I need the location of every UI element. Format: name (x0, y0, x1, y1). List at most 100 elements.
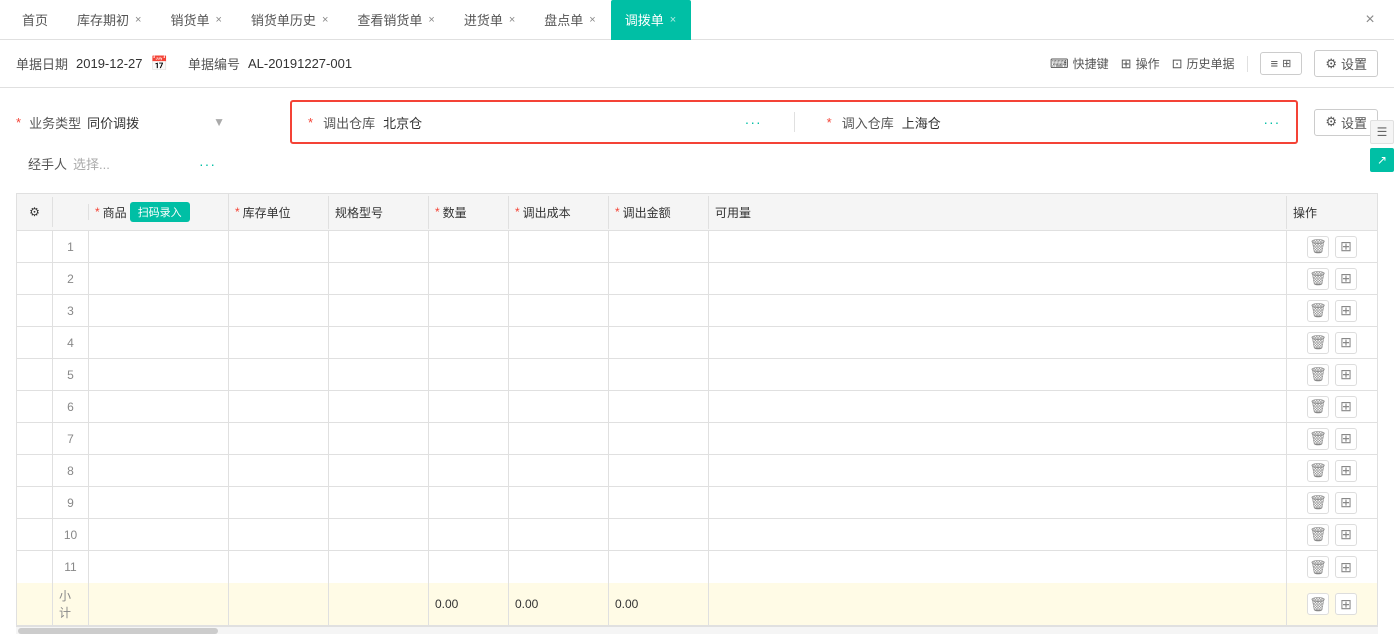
td-amount-8[interactable] (609, 487, 709, 518)
in-warehouse-more[interactable]: ··· (1263, 114, 1280, 130)
td-spec-0[interactable] (329, 231, 429, 262)
td-spec-7[interactable] (329, 455, 429, 486)
tab-purchase-order[interactable]: 进货单 × (450, 0, 530, 40)
td-spec-9[interactable] (329, 519, 429, 550)
sidebar-export-btn[interactable]: ↗ (1370, 148, 1394, 172)
td-spec-2[interactable] (329, 295, 429, 326)
row-delete-btn-2[interactable]: 🗑 (1307, 300, 1329, 322)
scan-button[interactable]: 扫码录入 (130, 202, 190, 222)
tab-home[interactable]: 首页 (8, 0, 63, 40)
row-delete-btn-7[interactable]: 🗑 (1307, 460, 1329, 482)
td-cost-7[interactable] (509, 455, 609, 486)
td-qty-5[interactable] (429, 391, 509, 422)
operations-action[interactable]: ⊞ 操作 (1121, 55, 1160, 72)
td-product-1[interactable] (89, 263, 229, 294)
row-copy-btn-0[interactable]: ⊞ (1335, 236, 1357, 258)
td-qty-9[interactable] (429, 519, 509, 550)
td-spec-8[interactable] (329, 487, 429, 518)
td-unit-7[interactable] (229, 455, 329, 486)
td-product-10[interactable] (89, 551, 229, 583)
tab-transfer-order[interactable]: 调拨单 × (611, 0, 691, 40)
td-amount-0[interactable] (609, 231, 709, 262)
td-amount-10[interactable] (609, 551, 709, 583)
td-product-3[interactable] (89, 327, 229, 358)
row-copy-btn-9[interactable]: ⊞ (1335, 524, 1357, 546)
td-cost-1[interactable] (509, 263, 609, 294)
td-amount-7[interactable] (609, 455, 709, 486)
row-delete-btn-3[interactable]: 🗑 (1307, 332, 1329, 354)
td-amount-6[interactable] (609, 423, 709, 454)
td-cost-8[interactable] (509, 487, 609, 518)
td-qty-8[interactable] (429, 487, 509, 518)
row-delete-btn-9[interactable]: 🗑 (1307, 524, 1329, 546)
td-unit-6[interactable] (229, 423, 329, 454)
tab-view-sales-close[interactable]: × (428, 14, 434, 26)
td-spec-1[interactable] (329, 263, 429, 294)
td-qty-7[interactable] (429, 455, 509, 486)
td-amount-1[interactable] (609, 263, 709, 294)
scrollbar-thumb[interactable] (18, 628, 218, 634)
td-qty-2[interactable] (429, 295, 509, 326)
td-unit-10[interactable] (229, 551, 329, 583)
sidebar-list-btn[interactable]: ☰ (1370, 120, 1394, 144)
horizontal-scrollbar[interactable] (16, 626, 1378, 634)
td-cost-10[interactable] (509, 551, 609, 583)
td-qty-6[interactable] (429, 423, 509, 454)
td-qty-10[interactable] (429, 551, 509, 583)
td-amount-2[interactable] (609, 295, 709, 326)
row-copy-btn-1[interactable]: ⊞ (1335, 268, 1357, 290)
td-qty-0[interactable] (429, 231, 509, 262)
td-amount-4[interactable] (609, 359, 709, 390)
tab-inventory-init[interactable]: 库存期初 × (63, 0, 156, 40)
td-qty-4[interactable] (429, 359, 509, 390)
row-delete-btn-5[interactable]: 🗑 (1307, 396, 1329, 418)
tab-inventory-init-close[interactable]: × (135, 14, 141, 26)
td-spec-10[interactable] (329, 551, 429, 583)
td-unit-4[interactable] (229, 359, 329, 390)
td-product-7[interactable] (89, 455, 229, 486)
row-delete-btn-6[interactable]: 🗑 (1307, 428, 1329, 450)
row-delete-btn-4[interactable]: 🗑 (1307, 364, 1329, 386)
td-cost-4[interactable] (509, 359, 609, 390)
shortcut-action[interactable]: ⌨ 快捷键 (1050, 55, 1109, 72)
calendar-icon[interactable]: 📅 (151, 55, 168, 72)
td-unit-5[interactable] (229, 391, 329, 422)
row-delete-btn-8[interactable]: 🗑 (1307, 492, 1329, 514)
td-unit-1[interactable] (229, 263, 329, 294)
td-unit-3[interactable] (229, 327, 329, 358)
out-warehouse-value[interactable]: 北京仓 (383, 113, 463, 132)
settings-gear-icon[interactable]: ⚙ (29, 205, 40, 219)
row-copy-btn-7[interactable]: ⊞ (1335, 460, 1357, 482)
in-warehouse-value[interactable]: 上海仓 (902, 113, 982, 132)
settings-text-button[interactable]: ⚙ 设置 (1314, 50, 1378, 77)
td-product-6[interactable] (89, 423, 229, 454)
inline-settings-button[interactable]: ⚙ 设置 (1314, 109, 1378, 136)
td-spec-4[interactable] (329, 359, 429, 390)
operator-more[interactable]: ··· (199, 156, 216, 172)
window-close-button[interactable]: × (1354, 4, 1386, 36)
td-product-0[interactable] (89, 231, 229, 262)
td-product-8[interactable] (89, 487, 229, 518)
subtotal-copy-btn[interactable]: ⊞ (1335, 593, 1357, 615)
td-spec-6[interactable] (329, 423, 429, 454)
td-spec-3[interactable] (329, 327, 429, 358)
td-unit-2[interactable] (229, 295, 329, 326)
tab-sales-history[interactable]: 销货单历史 × (237, 0, 343, 40)
row-copy-btn-2[interactable]: ⊞ (1335, 300, 1357, 322)
tab-inventory-check[interactable]: 盘点单 × (530, 0, 610, 40)
business-type-dropdown-icon[interactable]: ▼ (213, 115, 225, 129)
row-copy-btn-6[interactable]: ⊞ (1335, 428, 1357, 450)
subtotal-delete-btn[interactable]: 🗑 (1307, 593, 1329, 615)
history-action[interactable]: ⊡ 历史单据 (1172, 55, 1235, 72)
row-copy-btn-5[interactable]: ⊞ (1335, 396, 1357, 418)
td-qty-3[interactable] (429, 327, 509, 358)
td-product-9[interactable] (89, 519, 229, 550)
tab-view-sales[interactable]: 查看销货单 × (343, 0, 449, 40)
td-cost-9[interactable] (509, 519, 609, 550)
business-type-value[interactable]: 同价调拨 (87, 113, 207, 132)
row-copy-btn-8[interactable]: ⊞ (1335, 492, 1357, 514)
row-copy-btn-4[interactable]: ⊞ (1335, 364, 1357, 386)
td-spec-5[interactable] (329, 391, 429, 422)
td-unit-0[interactable] (229, 231, 329, 262)
out-warehouse-more[interactable]: ··· (745, 114, 762, 130)
